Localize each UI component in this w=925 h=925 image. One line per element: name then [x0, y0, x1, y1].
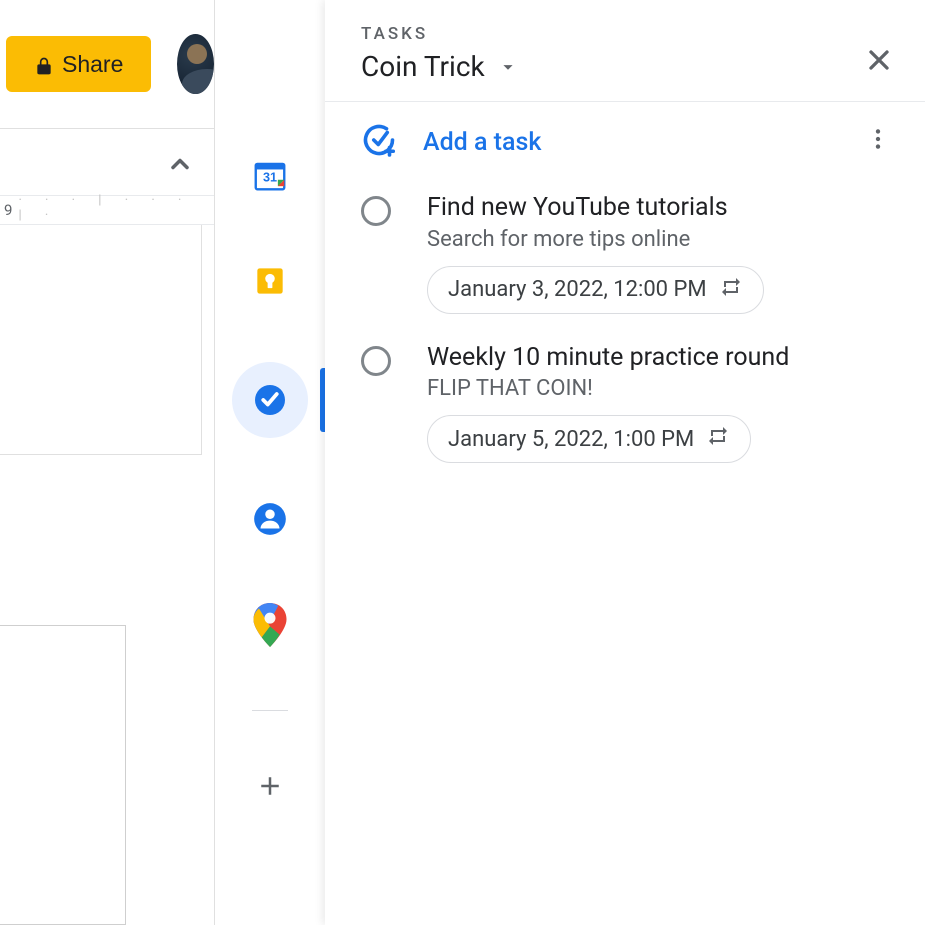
avatar[interactable]: [177, 34, 214, 94]
dropdown-icon: [497, 56, 519, 78]
document-area: Share 9 · · · | · · · | ·: [0, 0, 215, 925]
ruler: 9 · · · | · · · | ·: [0, 195, 214, 225]
tasks-panel: TASKS Coin Trick Add a task Find new You…: [325, 0, 925, 925]
task-description: FLIP THAT COIN!: [427, 376, 789, 401]
share-button[interactable]: Share: [6, 36, 151, 92]
add-task-icon: [361, 122, 397, 162]
repeat-icon: [706, 424, 730, 454]
page-preview: [0, 625, 126, 925]
tasks-header: TASKS Coin Trick: [325, 0, 925, 102]
repeat-icon: [719, 275, 743, 305]
task-date: January 3, 2022, 12:00 PM: [448, 277, 707, 302]
ruler-number: 9: [4, 201, 12, 219]
add-task-button[interactable]: Add a task: [423, 128, 541, 157]
more-options-button[interactable]: [865, 126, 891, 156]
task-description: Search for more tips online: [427, 227, 764, 252]
divider: [0, 128, 214, 129]
side-panel-icons: 31: [215, 0, 325, 925]
task-title: Find new YouTube tutorials: [427, 192, 764, 225]
task-body[interactable]: Weekly 10 minute practice round FLIP THA…: [427, 342, 789, 464]
task-item: Weekly 10 minute practice round FLIP THA…: [325, 332, 925, 482]
task-date: January 5, 2022, 1:00 PM: [448, 427, 694, 452]
tasks-icon[interactable]: [232, 362, 308, 438]
top-bar: Share: [0, 0, 214, 128]
task-date-chip[interactable]: January 5, 2022, 1:00 PM: [427, 415, 751, 463]
task-item: Find new YouTube tutorials Search for mo…: [325, 182, 925, 332]
keep-icon[interactable]: [245, 256, 295, 306]
add-task-row: Add a task: [325, 102, 925, 182]
calendar-icon[interactable]: 31: [245, 150, 295, 200]
maps-icon[interactable]: [245, 600, 295, 650]
task-date-chip[interactable]: January 3, 2022, 12:00 PM: [427, 266, 764, 314]
page-preview-strip: [0, 225, 202, 455]
svg-text:31: 31: [263, 170, 277, 184]
task-title: Weekly 10 minute practice round: [427, 342, 789, 375]
lock-icon: [34, 55, 52, 73]
task-list-selector[interactable]: Coin Trick: [361, 50, 895, 83]
separator: [252, 710, 288, 711]
add-addon-button[interactable]: [255, 771, 285, 805]
task-list-name: Coin Trick: [361, 50, 485, 83]
close-button[interactable]: [863, 44, 895, 80]
task-complete-toggle[interactable]: [361, 346, 391, 376]
task-body[interactable]: Find new YouTube tutorials Search for mo…: [427, 192, 764, 314]
collapse-chevron-icon[interactable]: [166, 150, 194, 182]
share-label: Share: [62, 51, 123, 78]
task-complete-toggle[interactable]: [361, 196, 391, 226]
ruler-ticks: · · · | · · · | ·: [18, 193, 214, 223]
contacts-icon[interactable]: [245, 494, 295, 544]
tasks-label: TASKS: [361, 24, 895, 44]
